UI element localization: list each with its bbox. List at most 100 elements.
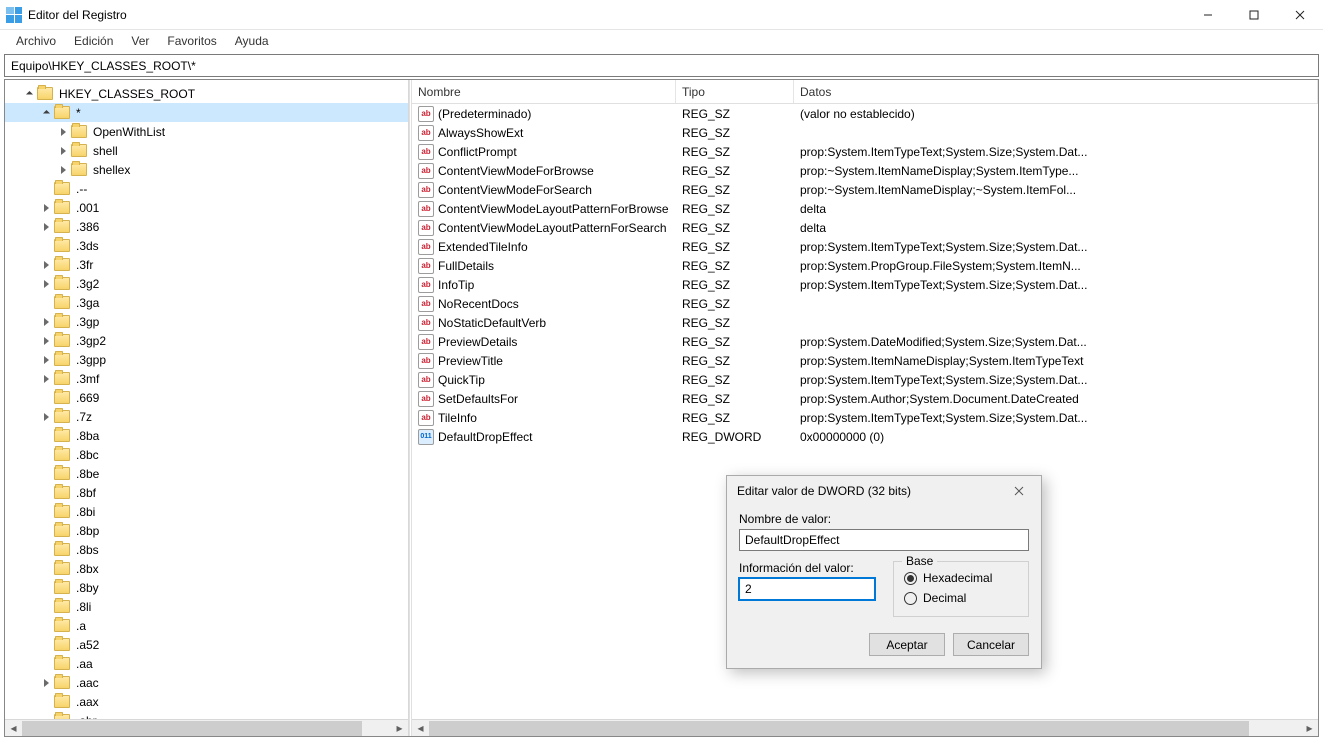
- value-type: REG_SZ: [676, 145, 794, 159]
- expand-icon[interactable]: [39, 407, 54, 426]
- tree-item[interactable]: .a52: [5, 635, 408, 654]
- value-name-input[interactable]: [739, 529, 1029, 551]
- list-row[interactable]: InfoTipREG_SZprop:System.ItemTypeText;Sy…: [412, 275, 1318, 294]
- radio-decimal[interactable]: Decimal: [904, 588, 1018, 608]
- string-value-icon: [418, 296, 434, 312]
- tree-item[interactable]: .8bi: [5, 502, 408, 521]
- menu-ayuda[interactable]: Ayuda: [227, 32, 277, 50]
- list-row[interactable]: ContentViewModeForBrowseREG_SZprop:~Syst…: [412, 161, 1318, 180]
- column-header-tipo[interactable]: Tipo: [676, 80, 794, 103]
- collapse-icon[interactable]: [39, 103, 54, 122]
- minimize-button[interactable]: [1185, 0, 1231, 30]
- list-row[interactable]: ContentViewModeForSearchREG_SZprop:~Syst…: [412, 180, 1318, 199]
- tree-item[interactable]: *: [5, 103, 408, 122]
- tree-item[interactable]: .aa: [5, 654, 408, 673]
- expand-icon[interactable]: [39, 312, 54, 331]
- dialog-close-button[interactable]: [999, 478, 1039, 504]
- tree-item[interactable]: .3fr: [5, 255, 408, 274]
- expand-icon[interactable]: [56, 160, 71, 179]
- tree-item-label: .8ba: [74, 429, 101, 443]
- column-header-datos[interactable]: Datos: [794, 80, 1318, 103]
- list-row[interactable]: TileInfoREG_SZprop:System.ItemTypeText;S…: [412, 408, 1318, 427]
- tree-item[interactable]: .3gp2: [5, 331, 408, 350]
- list-row[interactable]: ConflictPromptREG_SZprop:System.ItemType…: [412, 142, 1318, 161]
- tree-item[interactable]: .8be: [5, 464, 408, 483]
- expand-icon[interactable]: [39, 217, 54, 236]
- list-row[interactable]: (Predeterminado)REG_SZ(valor no establec…: [412, 104, 1318, 123]
- scroll-right-icon[interactable]: ▸: [1301, 720, 1318, 737]
- list-row[interactable]: NoStaticDefaultVerbREG_SZ: [412, 313, 1318, 332]
- column-header-nombre[interactable]: Nombre: [412, 80, 676, 103]
- tree-item[interactable]: .a: [5, 616, 408, 635]
- tree-item[interactable]: .8bf: [5, 483, 408, 502]
- maximize-button[interactable]: [1231, 0, 1277, 30]
- tree-item[interactable]: .8ba: [5, 426, 408, 445]
- tree-item[interactable]: .--: [5, 179, 408, 198]
- list-row[interactable]: AlwaysShowExtREG_SZ: [412, 123, 1318, 142]
- tree-item[interactable]: OpenWithList: [5, 122, 408, 141]
- tree-item[interactable]: .7z: [5, 407, 408, 426]
- list-horizontal-scrollbar[interactable]: ◂ ▸: [412, 719, 1318, 736]
- radio-hexadecimal[interactable]: Hexadecimal: [904, 568, 1018, 588]
- tree-item[interactable]: .3ds: [5, 236, 408, 255]
- list-row[interactable]: ContentViewModeLayoutPatternForSearchREG…: [412, 218, 1318, 237]
- tree-item[interactable]: .3gpp: [5, 350, 408, 369]
- tree-item[interactable]: .3ga: [5, 293, 408, 312]
- tree-item[interactable]: .3g2: [5, 274, 408, 293]
- close-button[interactable]: [1277, 0, 1323, 30]
- collapse-icon[interactable]: [22, 84, 37, 103]
- ok-button[interactable]: Aceptar: [869, 633, 945, 656]
- tree-item[interactable]: .669: [5, 388, 408, 407]
- expand-icon[interactable]: [56, 122, 71, 141]
- tree-item[interactable]: .3gp: [5, 312, 408, 331]
- tree-item[interactable]: .aac: [5, 673, 408, 692]
- menu-ver[interactable]: Ver: [123, 32, 157, 50]
- value-data: prop:System.ItemTypeText;System.Size;Sys…: [794, 145, 1318, 159]
- expand-icon[interactable]: [39, 331, 54, 350]
- scroll-right-icon[interactable]: ▸: [391, 720, 408, 737]
- tree-item[interactable]: .8by: [5, 578, 408, 597]
- value-data-input[interactable]: [739, 578, 875, 600]
- tree-item[interactable]: .3mf: [5, 369, 408, 388]
- list-row[interactable]: FullDetailsREG_SZprop:System.PropGroup.F…: [412, 256, 1318, 275]
- tree-item[interactable]: .8bp: [5, 521, 408, 540]
- scroll-left-icon[interactable]: ◂: [412, 720, 429, 737]
- cancel-button[interactable]: Cancelar: [953, 633, 1029, 656]
- list-row[interactable]: PreviewDetailsREG_SZprop:System.DateModi…: [412, 332, 1318, 351]
- tree-item[interactable]: .aax: [5, 692, 408, 711]
- list-row[interactable]: ContentViewModeLayoutPatternForBrowseREG…: [412, 199, 1318, 218]
- tree-item[interactable]: shellex: [5, 160, 408, 179]
- tree-item[interactable]: .8bc: [5, 445, 408, 464]
- tree-item[interactable]: .8li: [5, 597, 408, 616]
- list-row[interactable]: QuickTipREG_SZprop:System.ItemTypeText;S…: [412, 370, 1318, 389]
- tree-item[interactable]: HKEY_CLASSES_ROOT: [5, 84, 408, 103]
- menu-archivo[interactable]: Archivo: [8, 32, 64, 50]
- expand-icon[interactable]: [39, 350, 54, 369]
- expand-icon[interactable]: [39, 274, 54, 293]
- scroll-thumb[interactable]: [429, 721, 1249, 736]
- menu-edicion[interactable]: Edición: [66, 32, 121, 50]
- scroll-left-icon[interactable]: ◂: [5, 720, 22, 737]
- address-bar[interactable]: Equipo\HKEY_CLASSES_ROOT\*: [4, 54, 1319, 77]
- tree-item[interactable]: .386: [5, 217, 408, 236]
- list-row[interactable]: PreviewTitleREG_SZprop:System.ItemNameDi…: [412, 351, 1318, 370]
- list-row[interactable]: ExtendedTileInfoREG_SZprop:System.ItemTy…: [412, 237, 1318, 256]
- tree-item[interactable]: .001: [5, 198, 408, 217]
- list-row[interactable]: SetDefaultsForREG_SZprop:System.Author;S…: [412, 389, 1318, 408]
- expand-icon[interactable]: [39, 673, 54, 692]
- menu-favoritos[interactable]: Favoritos: [159, 32, 224, 50]
- tree-horizontal-scrollbar[interactable]: ◂ ▸: [5, 719, 408, 736]
- value-type: REG_SZ: [676, 107, 794, 121]
- list-row[interactable]: NoRecentDocsREG_SZ: [412, 294, 1318, 313]
- expand-icon[interactable]: [39, 369, 54, 388]
- expand-icon[interactable]: [39, 198, 54, 217]
- scroll-thumb[interactable]: [22, 721, 362, 736]
- expand-icon[interactable]: [56, 141, 71, 160]
- dialog-titlebar[interactable]: Editar valor de DWORD (32 bits): [727, 476, 1041, 506]
- tree-item[interactable]: shell: [5, 141, 408, 160]
- expand-icon[interactable]: [39, 255, 54, 274]
- tree-pane[interactable]: HKEY_CLASSES_ROOT*OpenWithListshellshell…: [5, 80, 409, 736]
- tree-item[interactable]: .8bx: [5, 559, 408, 578]
- list-row[interactable]: DefaultDropEffectREG_DWORD0x00000000 (0): [412, 427, 1318, 446]
- tree-item[interactable]: .8bs: [5, 540, 408, 559]
